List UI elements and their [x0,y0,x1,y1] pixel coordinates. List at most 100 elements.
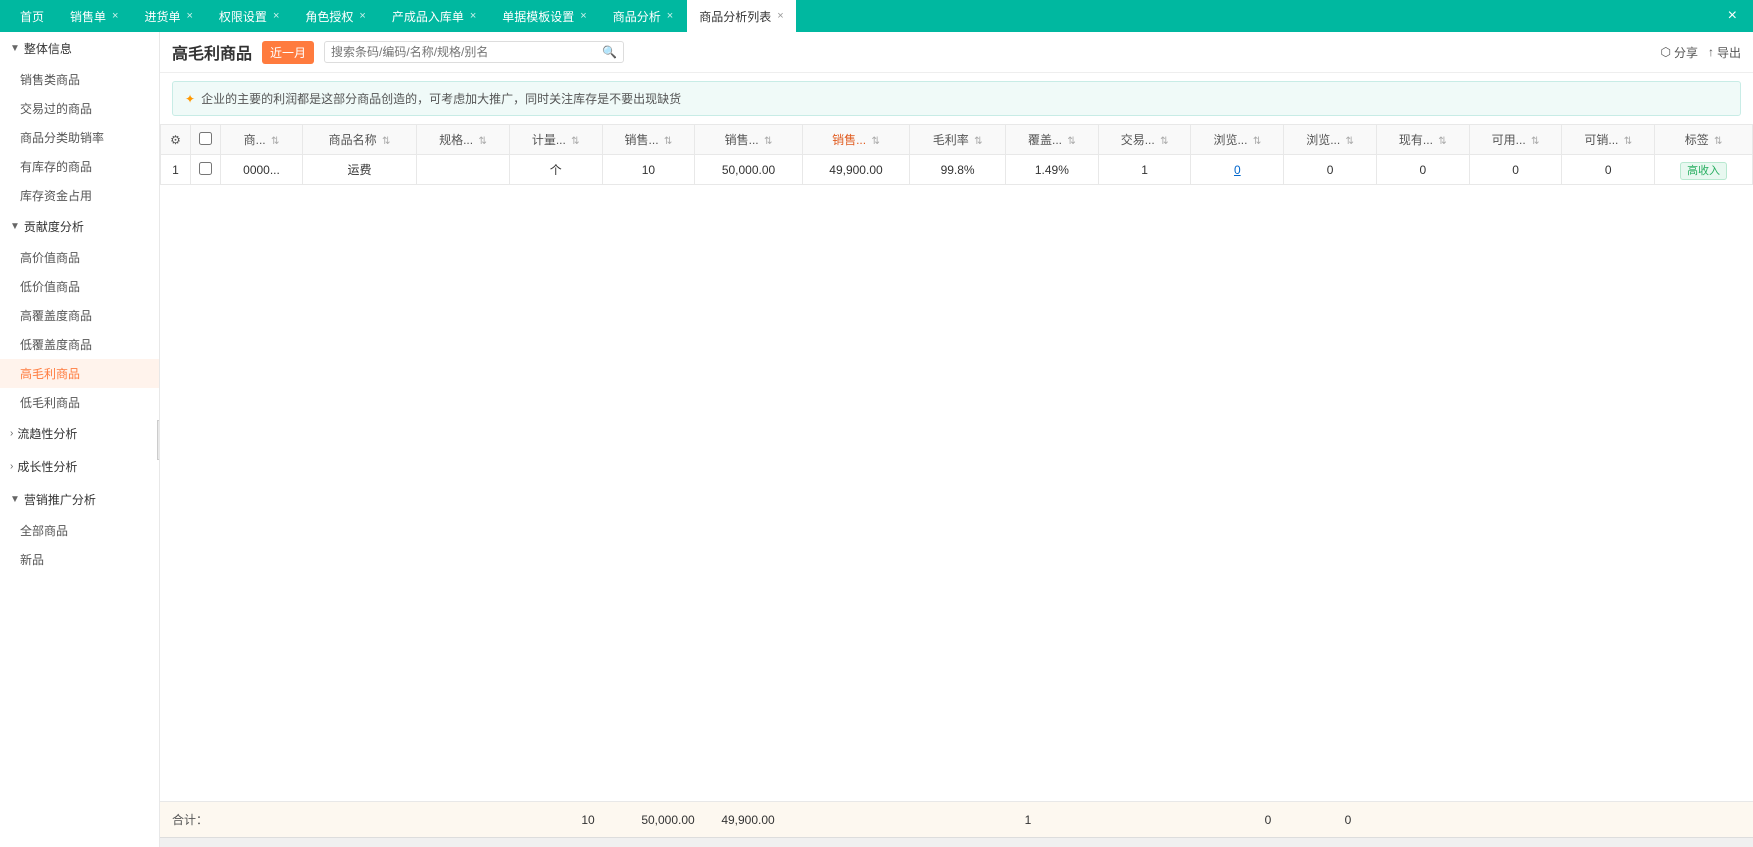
col-spec[interactable]: 规格... ⇅ [417,125,510,155]
nav-close-role[interactable]: × [359,11,365,22]
row-checkbox[interactable] [199,162,212,175]
share-icon: ⬡ [1660,45,1670,59]
col-name-label: 商品名称 [329,133,377,147]
sidebar-item-high-coverage[interactable]: 高覆盖度商品 [0,301,159,330]
nav-tab-analysis[interactable]: 商品分析 × [601,0,685,32]
sidebar-section-overall[interactable]: ▼ 整体信息 [0,32,159,65]
col-unit-sort: ⇅ [571,136,579,147]
row-views1[interactable]: 0 [1191,155,1284,185]
nav-tab-home[interactable]: 首页 [8,0,56,32]
col-available-stock[interactable]: 可用... ⇅ [1469,125,1562,155]
col-unit-label: 计量... [532,133,566,147]
sidebar-section-trend[interactable]: › 流趋性分析 [0,417,159,450]
sidebar-section-overall-label: 整体信息 [24,40,72,57]
nav-tab-sales[interactable]: 销售单 × [58,0,130,32]
sidebar-item-new-goods[interactable]: 新品 [0,545,159,574]
row-sales-profit: 49,900.00 [802,155,909,185]
info-banner: ✦ 企业的主要的利润都是这部分商品创造的，可考虑加大推广，同时关注库存是不要出现… [172,81,1741,116]
col-views2[interactable]: 浏览... ⇅ [1284,125,1377,155]
nav-close-sales[interactable]: × [112,11,118,22]
sidebar-item-sales-goods[interactable]: 销售类商品 [0,65,159,94]
sidebar-item-all-goods[interactable]: 全部商品 [0,516,159,545]
nav-role-label: 角色授权 [305,8,353,25]
nav-close-template[interactable]: × [580,11,586,22]
nav-tab-inbound[interactable]: 产成品入库单 × [380,0,488,32]
sidebar-item-high-value[interactable]: 高价值商品 [0,243,159,272]
nav-tab-analysis-list[interactable]: 商品分析列表 × [687,0,795,32]
share-button[interactable]: ⬡ 分享 [1660,44,1698,61]
sidebar-section-contribution[interactable]: ▼ 贡献度分析 [0,210,159,243]
col-name-sort: ⇅ [382,136,390,147]
time-filter-button[interactable]: 近一月 [262,41,314,64]
search-box: 🔍 [324,41,624,63]
info-banner-text: 企业的主要的利润都是这部分商品创造的，可考虑加大推广，同时关注库存是不要出现缺货 [201,90,681,107]
col-coverage-label: 覆盖... [1028,133,1062,147]
export-button[interactable]: ↑ 导出 [1708,44,1741,61]
col-tag-sort: ⇅ [1714,136,1722,147]
sidebar-item-low-value[interactable]: 低价值商品 [0,272,159,301]
col-trade-count[interactable]: 交易... ⇅ [1098,125,1191,155]
sidebar-item-in-stock[interactable]: 有库存的商品 [0,152,159,181]
table-wrapper: ⚙ 商... ⇅ 商品名称 ⇅ [160,124,1753,801]
sidebar: ▼ 整体信息 销售类商品 交易过的商品 商品分类助销率 有库存的商品 库存资金占… [0,32,160,847]
sidebar-section-growth-label: 成长性分析 [17,458,77,475]
nav-close-analysis[interactable]: × [667,11,673,22]
nav-tab-template[interactable]: 单据模板设置 × [490,0,598,32]
col-views2-label: 浏览... [1306,133,1340,147]
nav-purchase-label: 进货单 [144,8,180,25]
window-close-button[interactable]: × [1720,7,1745,25]
content-area: 高毛利商品 近一月 🔍 ⬡ 分享 ↑ 导出 ✦ 企业的主要的利润都是这部分商品创… [160,32,1753,847]
sidebar-section-trend-label: 流趋性分析 [17,425,77,442]
col-sales-amount[interactable]: 销售... ⇅ [695,125,802,155]
col-current-stock[interactable]: 现有... ⇅ [1376,125,1469,155]
nav-close-analysis-list[interactable]: × [777,11,783,22]
col-trade-count-sort: ⇅ [1160,136,1168,147]
col-spec-sort: ⇅ [478,136,486,147]
col-coverage[interactable]: 覆盖... ⇅ [1006,125,1099,155]
col-sales-profit-label: 销售... [832,133,866,147]
col-sales-profit[interactable]: 销售... ⇅ [802,125,909,155]
sidebar-item-low-coverage[interactable]: 低覆盖度商品 [0,330,159,359]
tag-high-income: 高收入 [1680,162,1727,180]
nav-close-permission[interactable]: × [273,11,279,22]
sidebar-item-traded-goods[interactable]: 交易过的商品 [0,94,159,123]
arrow-overall: ▼ [10,43,20,54]
footer-totals: 合计： 10 50,000.00 49,900.00 1 0 0 [160,801,1753,837]
col-unit[interactable]: 计量... ⇅ [509,125,602,155]
nav-close-inbound[interactable]: × [470,11,476,22]
nav-analysis-list-label: 商品分析列表 [699,8,771,25]
nav-sales-label: 销售单 [70,8,106,25]
sidebar-item-stock-capital[interactable]: 库存资金占用 [0,181,159,210]
sidebar-section-contribution-label: 贡献度分析 [24,218,84,235]
col-saleable-stock[interactable]: 可销... ⇅ [1562,125,1655,155]
col-settings[interactable]: ⚙ [161,125,191,155]
nav-tab-permission[interactable]: 权限设置 × [207,0,291,32]
col-gross-margin[interactable]: 毛利率 ⇅ [910,125,1006,155]
select-all-checkbox[interactable] [199,132,212,145]
row-checkbox-cell[interactable] [191,155,221,185]
col-coverage-sort: ⇅ [1067,136,1075,147]
col-views1-label: 浏览... [1213,133,1247,147]
bottom-scrollbar[interactable] [160,837,1753,847]
search-icon[interactable]: 🔍 [602,45,617,59]
col-checkbox[interactable] [191,125,221,155]
nav-home-label: 首页 [20,8,44,25]
col-name[interactable]: 商品名称 ⇅ [302,125,416,155]
nav-permission-label: 权限设置 [219,8,267,25]
nav-tab-purchase[interactable]: 进货单 × [132,0,204,32]
col-sales-qty[interactable]: 销售... ⇅ [602,125,695,155]
sidebar-item-low-margin[interactable]: 低毛利商品 [0,388,159,417]
col-available-stock-sort: ⇅ [1531,136,1539,147]
search-input[interactable] [331,45,598,59]
col-tag[interactable]: 标签 ⇅ [1655,125,1753,155]
export-label: 导出 [1717,44,1741,61]
col-views1[interactable]: 浏览... ⇅ [1191,125,1284,155]
sidebar-section-marketing[interactable]: ▼ 营销推广分析 [0,483,159,516]
nav-tab-role[interactable]: 角色授权 × [293,0,377,32]
col-code[interactable]: 商... ⇅ [221,125,303,155]
arrow-growth: › [10,461,13,472]
sidebar-item-high-margin[interactable]: 高毛利商品 [0,359,159,388]
sidebar-item-category-rate[interactable]: 商品分类助销率 [0,123,159,152]
nav-close-purchase[interactable]: × [186,11,192,22]
sidebar-section-growth[interactable]: › 成长性分析 [0,450,159,483]
